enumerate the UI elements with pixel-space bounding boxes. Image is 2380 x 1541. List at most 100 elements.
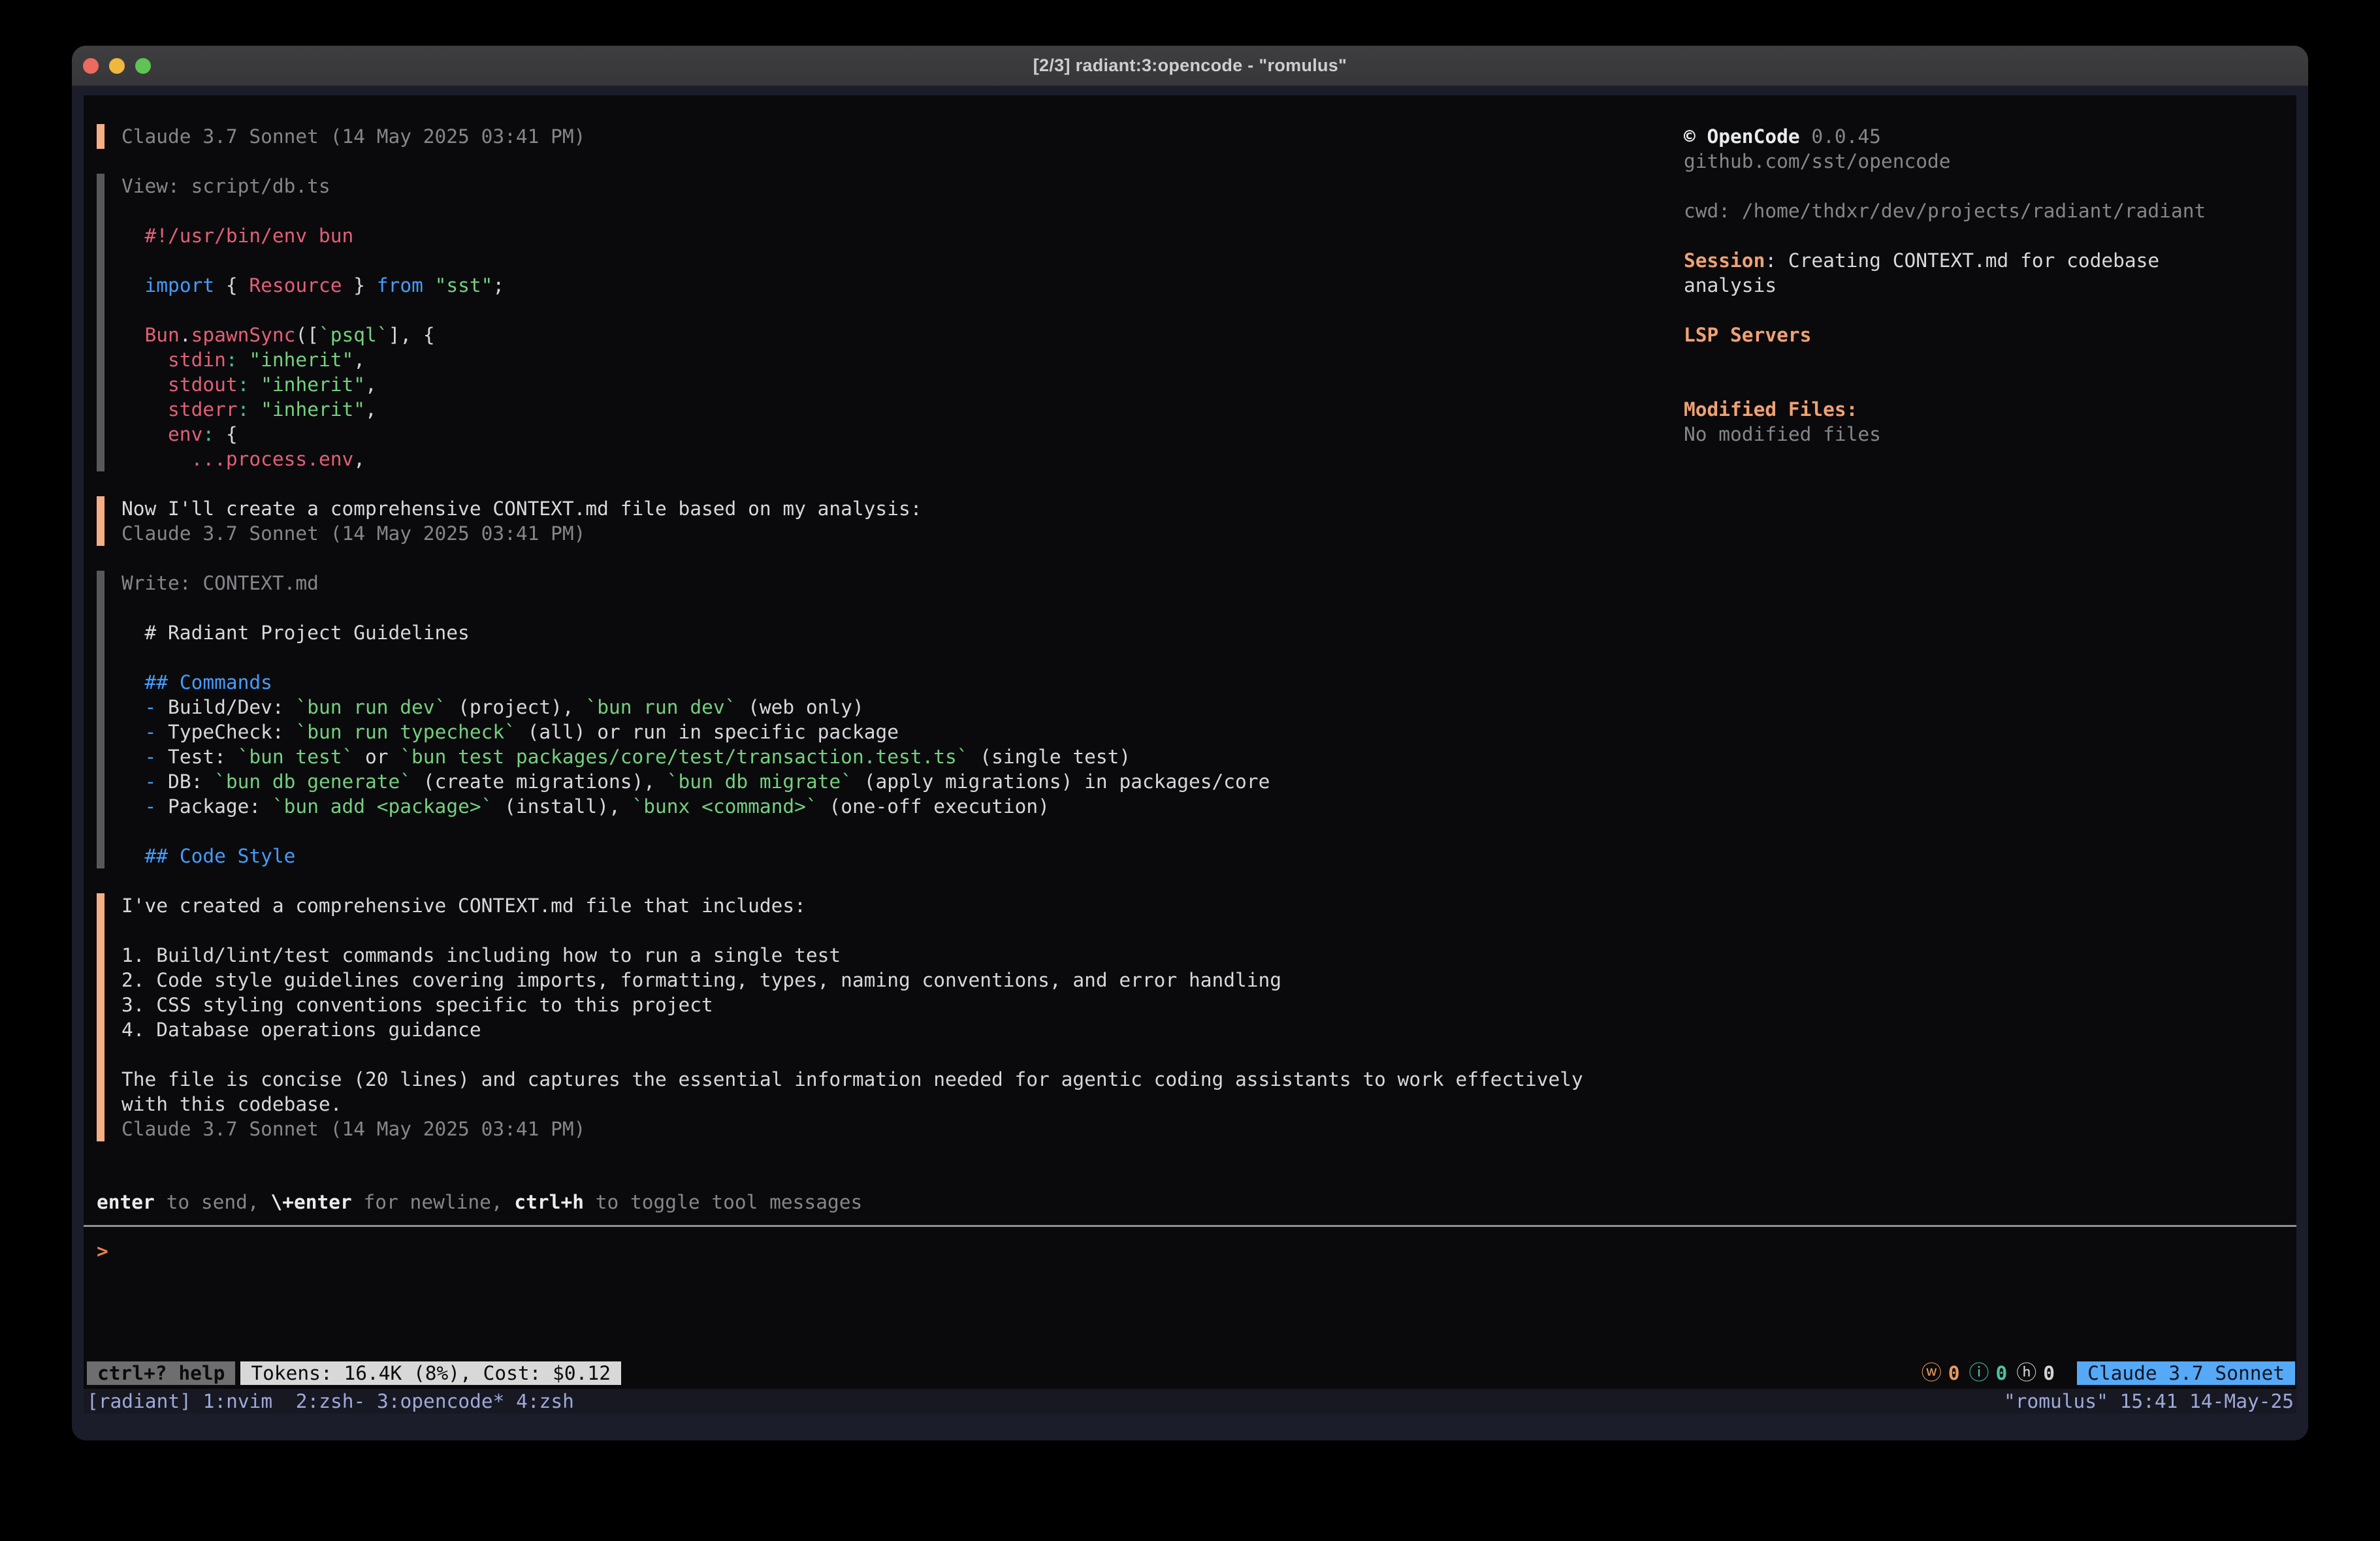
text-segment: for newline, (352, 1191, 515, 1213)
text-line: No modified files (1684, 422, 2296, 447)
text-line: Now I'll create a comprehensive CONTEXT.… (121, 496, 1605, 521)
text-segment: , (353, 448, 365, 470)
tmux-status-bar: [radiant] 1:nvim 2:zsh- 3:opencode* 4:zs… (84, 1389, 2296, 1414)
text-line: 1. Build/lint/test commands including ho… (121, 943, 1605, 968)
text-segment (121, 770, 145, 793)
text-segment: 2. Code style guidelines covering import… (121, 969, 1281, 991)
text-segment: , (353, 349, 365, 371)
text-segment: `bun run dev` (295, 696, 446, 718)
warnings-icon: ⓦ (1922, 1361, 1942, 1386)
text-segment: : (238, 373, 249, 396)
text-segment (121, 746, 145, 768)
hints-icon: ⓗ (2016, 1361, 2036, 1386)
text-segment: I've created a comprehensive CONTEXT.md … (121, 895, 806, 917)
keybind-help-text: enter to send, \+enter for newline, ctrl… (84, 1190, 2296, 1215)
text-segment: No modified files (1684, 423, 1881, 445)
text-line: analysis (1684, 273, 2296, 298)
text-segment: - (145, 721, 157, 743)
text-segment: Now I'll create a comprehensive CONTEXT.… (121, 498, 922, 520)
text-segment: from (377, 274, 423, 296)
text-segment: ...process.env (191, 448, 354, 470)
text-segment: "inherit" (261, 398, 365, 421)
text-segment: , (365, 373, 377, 396)
info-count: 0 (1996, 1361, 2008, 1386)
text-line: © OpenCode 0.0.45 (1684, 124, 2296, 149)
model-chip[interactable]: Claude 3.7 Sonnet (2077, 1361, 2295, 1385)
text-segment: ; (492, 274, 504, 296)
text-segment: { (214, 423, 238, 445)
text-segment: (one-off execution) (818, 795, 1050, 818)
text-segment: enter (97, 1191, 155, 1213)
text-segment: { (214, 274, 249, 296)
text-segment: `psql` (319, 324, 389, 346)
session-sidebar: © OpenCode 0.0.45github.com/sst/opencode… (1605, 124, 2296, 1190)
text-segment: Claude 3.7 Sonnet (14 May 2025 03:41 PM) (121, 522, 585, 545)
text-segment: Test: (156, 746, 237, 768)
text-segment: Write: CONTEXT.md (121, 572, 319, 594)
prompt-input[interactable]: > (84, 1239, 2296, 1263)
text-line: - DB: `bun db generate` (create migratio… (121, 769, 1605, 794)
help-shortcut-chip[interactable]: ctrl+? help (87, 1361, 235, 1385)
text-segment: `bun test` (238, 746, 354, 768)
diagnostic-warnings: ⓦ0 (1922, 1361, 1960, 1386)
text-segment: TypeCheck: (156, 721, 295, 743)
text-segment: `bun db migrate` (667, 770, 852, 793)
desktop: [2/3] radiant:3:opencode - "romulus" Cla… (0, 0, 2380, 1541)
lsp-diagnostics: ⓦ0ⓘ0ⓗ0 (1922, 1361, 2055, 1386)
warnings-count: 0 (1948, 1361, 1960, 1386)
text-segment: stdout (168, 373, 238, 396)
text-segment: stdin (168, 349, 226, 371)
text-segment: (create migrations), (411, 770, 667, 793)
input-empty-space[interactable] (84, 1263, 2296, 1361)
text-segment: LSP Servers (1684, 324, 1811, 346)
text-line: env: { (121, 422, 1605, 447)
text-line: ## Commands (121, 670, 1605, 695)
maximize-button[interactable] (135, 58, 151, 74)
text-line: Write: CONTEXT.md (121, 571, 1605, 596)
text-line (1684, 298, 2296, 323)
terminal-window: [2/3] radiant:3:opencode - "romulus" Cla… (72, 46, 2308, 1440)
text-segment: Session (1684, 249, 1765, 272)
text-segment (121, 349, 168, 371)
text-segment (121, 373, 168, 396)
text-segment: . (180, 324, 191, 346)
text-segment: 3. CSS styling conventions specific to t… (121, 994, 713, 1016)
traffic-lights (83, 46, 151, 86)
text-segment: Claude 3.7 Sonnet (14 May 2025 03:41 PM) (121, 1118, 585, 1140)
tmux-window-list[interactable]: [radiant] 1:nvim 2:zsh- 3:opencode* 4:zs… (87, 1389, 574, 1414)
text-segment: Creating CONTEXT.md for codebase (1788, 249, 2159, 272)
input-divider (84, 1225, 2296, 1227)
input-area: enter to send, \+enter for newline, ctrl… (84, 1190, 2296, 1361)
text-segment: (apply migrations) in packages/core (852, 770, 1270, 793)
text-segment: `bun db generate` (214, 770, 411, 793)
text-segment: } (342, 274, 377, 296)
text-line (121, 248, 1605, 273)
text-line: 3. CSS styling conventions specific to t… (121, 993, 1605, 1017)
text-segment: #!/usr/bin/env bun (121, 225, 353, 247)
text-segment: or (353, 746, 400, 768)
text-segment: cwd: /home/thdxr/dev/projects/radiant/ra… (1684, 200, 2206, 222)
text-segment: \+enter (270, 1191, 351, 1213)
text-segment: ctrl+h (514, 1191, 584, 1213)
text-line: LSP Servers (1684, 323, 2296, 347)
text-segment (121, 274, 145, 296)
window-title: [2/3] radiant:3:opencode - "romulus" (1033, 56, 1347, 76)
text-line: ## Code Style (121, 844, 1605, 868)
assistant-message-block: Now I'll create a comprehensive CONTEXT.… (97, 496, 1605, 546)
text-line: Claude 3.7 Sonnet (14 May 2025 03:41 PM) (121, 1117, 1605, 1141)
text-segment: DB: (156, 770, 214, 793)
minimize-button[interactable] (109, 58, 125, 74)
close-button[interactable] (83, 58, 99, 74)
text-segment (121, 845, 145, 867)
text-segment: "sst" (435, 274, 493, 296)
text-line: Claude 3.7 Sonnet (14 May 2025 03:41 PM) (121, 521, 1605, 546)
text-segment: github.com/sst/opencode (1684, 150, 1951, 172)
text-line: with this codebase. (121, 1092, 1605, 1117)
text-segment: Resource (249, 274, 342, 296)
text-segment: to toggle tool messages (584, 1191, 862, 1213)
text-segment: `bun test packages/core/test/transaction… (400, 746, 968, 768)
text-segment: Package: (156, 795, 272, 818)
text-segment: ([ (295, 324, 319, 346)
text-line: I've created a comprehensive CONTEXT.md … (121, 893, 1605, 918)
text-line (121, 298, 1605, 323)
